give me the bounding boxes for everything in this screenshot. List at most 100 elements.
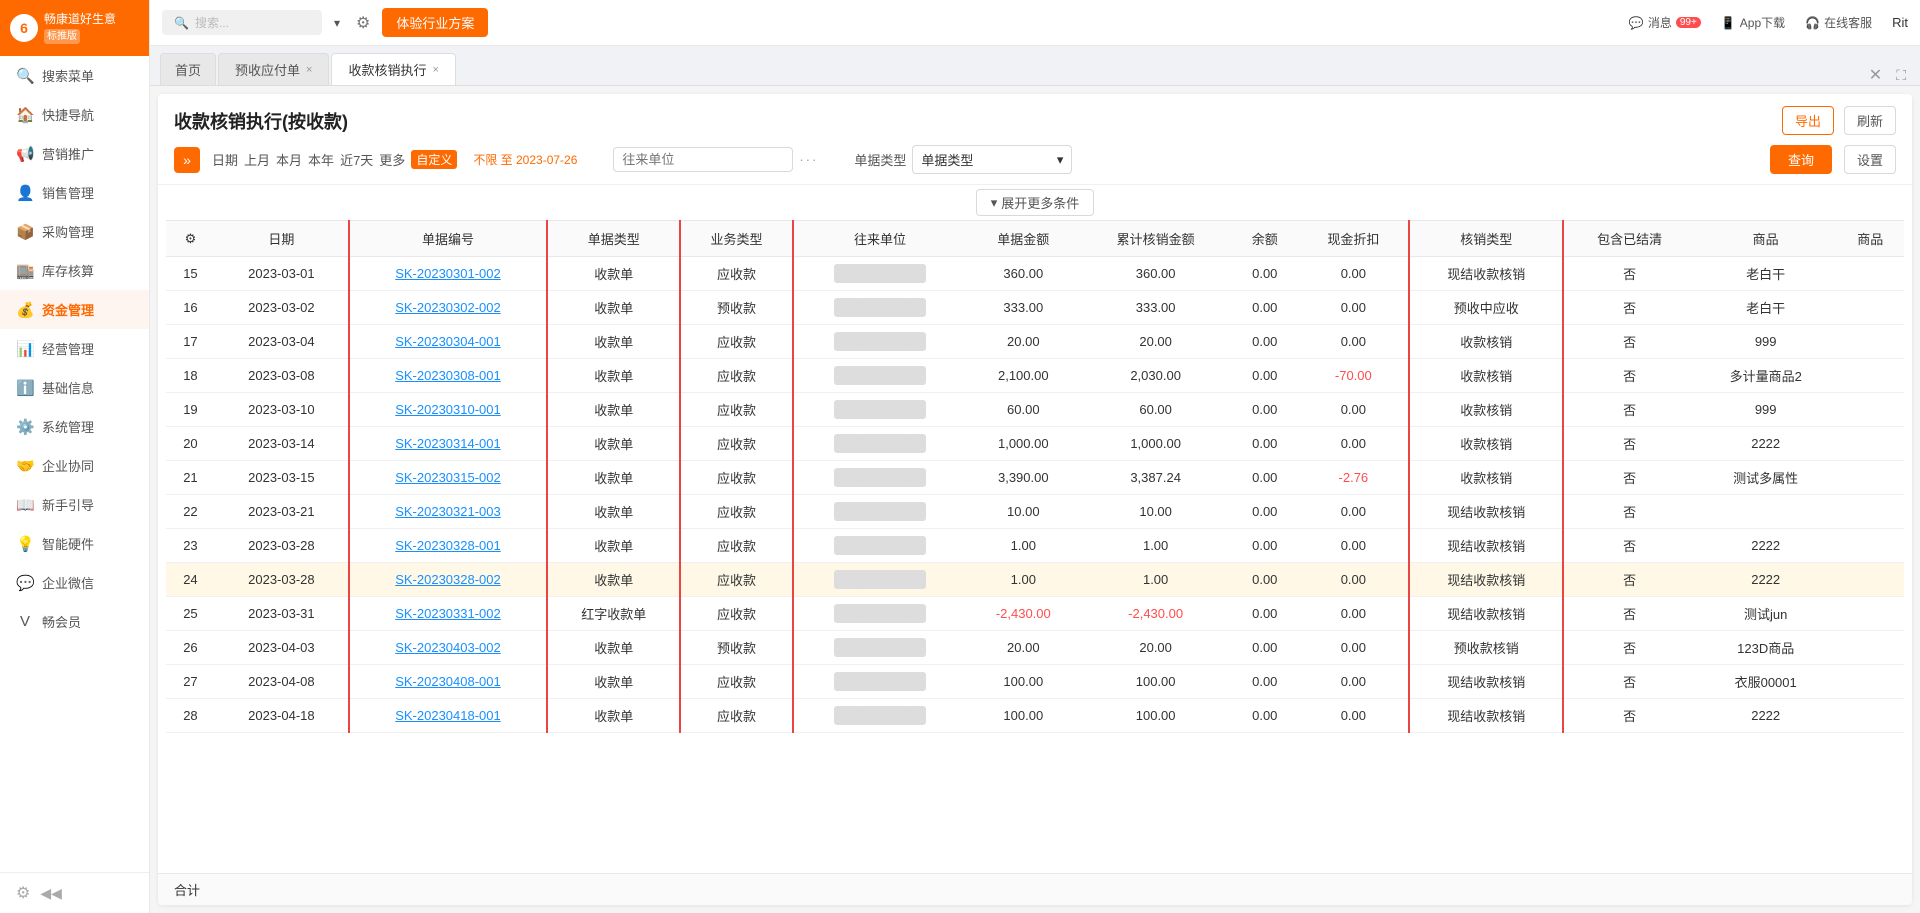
cell-acc-chx: 1,000.00 [1080, 427, 1231, 461]
tab-prepay[interactable]: 预收应付单 × [218, 53, 329, 85]
expand-tabs-btn[interactable]: ⛶ [1892, 67, 1910, 84]
sidebar-item-guide[interactable]: 📖新手引导 [0, 485, 149, 524]
bill-no-link[interactable]: SK-20230408-001 [395, 674, 501, 689]
sidebar-item-sales[interactable]: 👤销售管理 [0, 173, 149, 212]
cell-biz-type: 应收款 [680, 529, 792, 563]
cell-has-settled: 否 [1563, 427, 1695, 461]
table-row: 28 2023-04-18 SK-20230418-001 收款单 应收款 ██… [166, 699, 1904, 733]
bill-no-link[interactable]: SK-20230418-001 [395, 708, 501, 723]
cell-chx-type: 现结收款核销 [1409, 597, 1563, 631]
filter-last-month[interactable]: 上月 [244, 150, 270, 169]
cell-date: 2023-03-08 [215, 359, 349, 393]
sidebar-item-ops[interactable]: 📊经营管理 [0, 329, 149, 368]
page-actions: 导出 刷新 [1782, 106, 1896, 135]
cell-goods2 [1836, 597, 1904, 631]
sidebar-item-purchase[interactable]: 📦采购管理 [0, 212, 149, 251]
cell-goods2 [1836, 291, 1904, 325]
sidebar-label-hardware: 智能硬件 [42, 534, 94, 553]
bill-no-link[interactable]: SK-20230328-002 [395, 572, 501, 587]
cell-date: 2023-03-10 [215, 393, 349, 427]
table-row: 15 2023-03-01 SK-20230301-002 收款单 应收款 ██… [166, 257, 1904, 291]
cell-no: 21 [166, 461, 215, 495]
cell-biz-type: 预收款 [680, 631, 792, 665]
col-chx-type: 核销类型 [1409, 221, 1563, 257]
stock-icon: 🏬 [16, 262, 34, 280]
cell-bill-no: SK-20230328-002 [349, 563, 547, 597]
sidebar-item-member[interactable]: V畅会员 [0, 602, 149, 641]
filter-toggle-btn[interactable]: » [174, 147, 200, 173]
bill-no-link[interactable]: SK-20230314-001 [395, 436, 501, 451]
close-all-tabs-btn[interactable]: ✕ [1865, 65, 1886, 85]
customer-service-action[interactable]: 🎧 在线客服 [1805, 14, 1872, 31]
sidebar-label-member: 畅会员 [42, 612, 81, 631]
sidebar-item-marketing[interactable]: 📢营销推广 [0, 134, 149, 173]
logo-icon: 6 [10, 14, 38, 42]
export-btn[interactable]: 导出 [1782, 106, 1834, 135]
filter-custom-badge[interactable]: 自定义 [411, 150, 457, 169]
bill-no-link[interactable]: SK-20230331-002 [395, 606, 501, 621]
sidebar-item-system[interactable]: ⚙️系统管理 [0, 407, 149, 446]
cell-date: 2023-03-14 [215, 427, 349, 461]
bill-no-link[interactable]: SK-20230301-002 [395, 266, 501, 281]
cell-date: 2023-04-03 [215, 631, 349, 665]
sidebar-item-search[interactable]: 🔍搜索菜单 [0, 56, 149, 95]
user-account[interactable]: Rit [1892, 15, 1908, 30]
messages-action[interactable]: 💬 消息 99+ [1629, 14, 1701, 31]
cell-cash-disc: 0.00 [1298, 325, 1409, 359]
expand-more-btn[interactable]: ▾ 展开更多条件 [976, 189, 1095, 216]
cell-acc-chx: 100.00 [1080, 665, 1231, 699]
filter-more[interactable]: 更多 [379, 150, 405, 169]
bill-no-link[interactable]: SK-20230302-002 [395, 300, 501, 315]
cell-no: 25 [166, 597, 215, 631]
bill-no-link[interactable]: SK-20230304-001 [395, 334, 501, 349]
cell-company: ██████ [793, 461, 967, 495]
query-btn[interactable]: 查询 [1770, 145, 1832, 174]
bill-no-link[interactable]: SK-20230315-002 [395, 470, 501, 485]
cell-company: ██████ [793, 597, 967, 631]
bill-no-link[interactable]: SK-20230310-001 [395, 402, 501, 417]
sidebar-item-collab[interactable]: 🤝企业协同 [0, 446, 149, 485]
col-settings[interactable]: ⚙ [166, 221, 215, 257]
cell-bill-type: 收款单 [547, 257, 680, 291]
cell-amount: 20.00 [966, 325, 1080, 359]
sidebar-item-quick[interactable]: 🏠快捷导航 [0, 95, 149, 134]
industry-btn[interactable]: 体验行业方案 [382, 8, 488, 37]
dropdown-arrow[interactable]: ▾ [330, 16, 344, 30]
tab-chx[interactable]: 收款核销执行 × [331, 53, 455, 85]
filter-this-month[interactable]: 本月 [276, 150, 302, 169]
bill-no-link[interactable]: SK-20230403-002 [395, 640, 501, 655]
filter-this-year[interactable]: 本年 [308, 150, 334, 169]
filter-7days[interactable]: 近7天 [340, 150, 373, 169]
sidebar-item-wechat[interactable]: 💬企业微信 [0, 563, 149, 602]
sidebar-item-stock[interactable]: 🏬库存核算 [0, 251, 149, 290]
collapse-icon[interactable]: ◀◀ [40, 885, 62, 902]
cell-goods2 [1836, 325, 1904, 359]
sidebar-item-finance[interactable]: 💰资金管理 [0, 290, 149, 329]
bill-no-link[interactable]: SK-20230328-001 [395, 538, 501, 553]
cell-bill-no: SK-20230328-001 [349, 529, 547, 563]
app-download-action[interactable]: 📱 App下载 [1721, 14, 1785, 31]
topbar-search[interactable]: 🔍 搜索... [162, 10, 322, 35]
cell-date: 2023-03-04 [215, 325, 349, 359]
cell-cash-disc: 0.00 [1298, 597, 1409, 631]
bill-no-link[interactable]: SK-20230308-001 [395, 368, 501, 383]
voucher-type-select[interactable]: 单据类型 ▾ [912, 145, 1072, 174]
tab-close-prepay[interactable]: × [306, 64, 312, 76]
company-input[interactable] [613, 147, 793, 172]
tab-close-chx[interactable]: × [432, 64, 438, 76]
refresh-btn[interactable]: 刷新 [1844, 106, 1896, 135]
sidebar-item-hardware[interactable]: 💡智能硬件 [0, 524, 149, 563]
cell-bill-no: SK-20230314-001 [349, 427, 547, 461]
cell-has-settled: 否 [1563, 597, 1695, 631]
cell-amount: 2,100.00 [966, 359, 1080, 393]
cell-cash-disc: 0.00 [1298, 563, 1409, 597]
cell-balance: 0.00 [1231, 563, 1298, 597]
bill-no-link[interactable]: SK-20230321-003 [395, 504, 501, 519]
tab-home[interactable]: 首页 [160, 53, 216, 85]
settings-icon[interactable]: ⚙ [16, 883, 30, 903]
cell-chx-type: 现结收款核销 [1409, 563, 1563, 597]
filter-settings-btn[interactable]: 设置 [1844, 145, 1896, 174]
topbar-gear-icon[interactable]: ⚙ [352, 13, 374, 33]
sidebar-item-base[interactable]: ℹ️基础信息 [0, 368, 149, 407]
main-table: ⚙ 日期 单据编号 单据类型 业务类型 往来单位 单据金额 累计核销金额 余额 … [166, 220, 1904, 733]
